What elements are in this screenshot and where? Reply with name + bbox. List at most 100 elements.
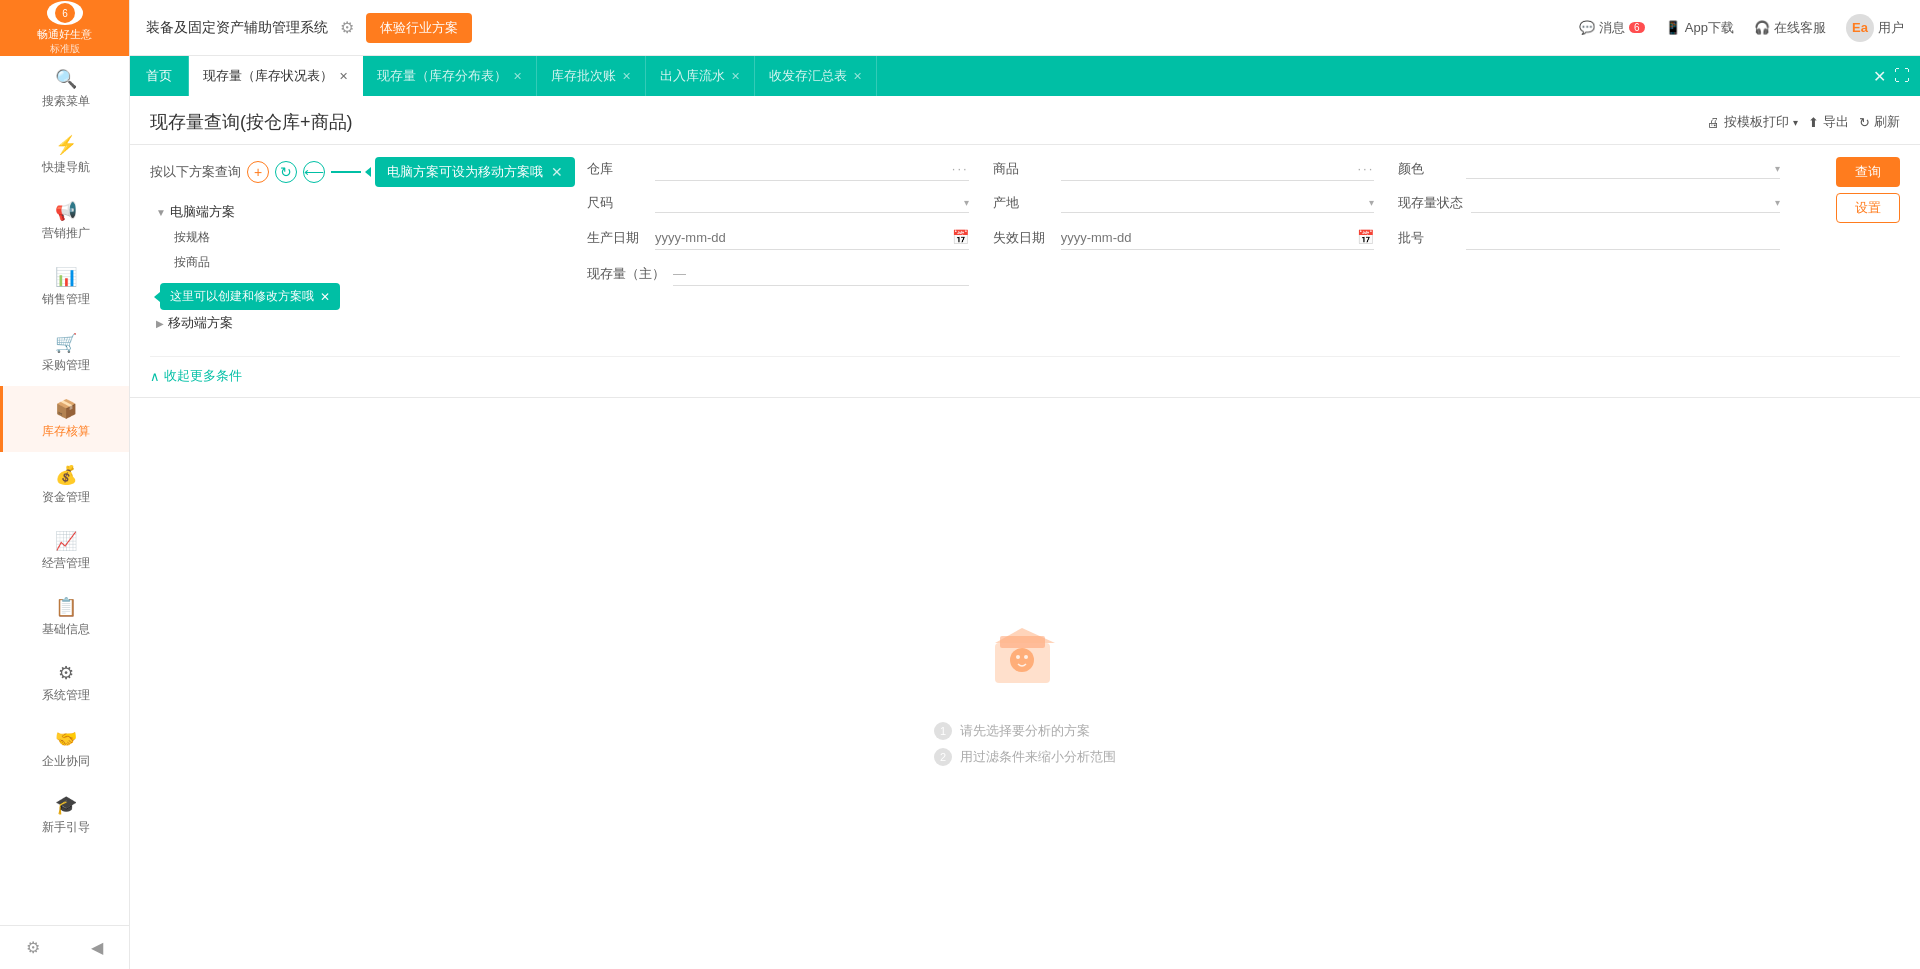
svg-point-7 — [1024, 655, 1028, 659]
print-button[interactable]: 🖨 按模板打印 ▾ — [1707, 113, 1798, 131]
scheme-tooltip[interactable]: 电脑方案可设为移动方案哦 ✕ — [375, 157, 575, 187]
page-header: 现存量查询(按仓库+商品) 🖨 按模板打印 ▾ ⬆ 导出 ↻ 刷新 — [130, 96, 1920, 145]
sidebar-item-quicknav[interactable]: ⚡ 快捷导航 — [0, 122, 129, 188]
back-scheme-button[interactable]: ⟵ — [303, 161, 325, 183]
app-download-button[interactable]: 📱 App下载 — [1665, 19, 1734, 37]
sidebar-item-sales[interactable]: 📊 销售管理 — [0, 254, 129, 320]
sidebar-item-guide[interactable]: 🎓 新手引导 — [0, 782, 129, 848]
scheme-tooltip-text: 电脑方案可设为移动方案哦 — [387, 163, 543, 181]
sidebar-label-baseinfo: 基础信息 — [42, 621, 90, 638]
sidebar-item-search[interactable]: 🔍 搜索菜单 — [0, 56, 129, 122]
refresh-icon: ↻ — [1859, 115, 1870, 130]
system-name: 装备及固定资产辅助管理系统 — [146, 19, 328, 37]
query-button[interactable]: 查询 — [1836, 157, 1900, 187]
stock-status-select[interactable]: ▾ — [1471, 193, 1780, 213]
industry-button[interactable]: 体验行业方案 — [366, 13, 472, 43]
scheme-item-by-goods[interactable]: 按商品 — [150, 250, 575, 275]
sidebar-settings-button[interactable]: ⚙ — [26, 938, 40, 957]
user-avatar-button[interactable]: Ea 用户 — [1846, 14, 1904, 42]
export-icon: ⬆ — [1808, 115, 1819, 130]
scheme-group-desktop-header[interactable]: ▼ 电脑端方案 — [150, 199, 575, 225]
warehouse-input[interactable]: ··· — [655, 157, 969, 181]
stock-main-input[interactable] — [889, 266, 969, 281]
expire-date-start-calendar-icon[interactable]: 📅 — [1357, 229, 1374, 245]
size-label: 尺码 — [587, 194, 647, 212]
step2-num: 2 — [934, 748, 952, 766]
sidebar-item-collab[interactable]: 🤝 企业协同 — [0, 716, 129, 782]
sidebar-item-marketing[interactable]: 📢 营销推广 — [0, 188, 129, 254]
chevron-icon: ▼ — [156, 207, 166, 218]
tab-inventory-distribution[interactable]: 现存量（库存分布表） ✕ — [363, 56, 537, 96]
empty-state: 1 请先选择要分析的方案 2 用过滤条件来缩小分析范围 — [130, 398, 1920, 969]
sidebar-item-purchase[interactable]: 🛒 采购管理 — [0, 320, 129, 386]
search-icon: 🔍 — [55, 68, 77, 90]
scheme-item-by-spec[interactable]: 按规格 — [150, 225, 575, 250]
sidebar-label-sales: 销售管理 — [42, 291, 90, 308]
top-header-right: 💬 消息 6 📱 App下载 🎧 在线客服 Ea 用户 — [1579, 14, 1904, 42]
add-scheme-button[interactable]: + — [247, 161, 269, 183]
message-badge: 6 — [1629, 22, 1645, 33]
filter-goods: 商品 ··· — [993, 157, 1375, 181]
messages-button[interactable]: 💬 消息 6 — [1579, 19, 1645, 37]
filter-label: 按以下方案查询 — [150, 163, 241, 181]
sidebar-item-inventory[interactable]: 📦 库存核算 — [0, 386, 129, 452]
filter-expire-date: 失效日期 📅 — [993, 225, 1375, 250]
tab-summary[interactable]: 收发存汇总表 ✕ — [755, 56, 877, 96]
refresh-button[interactable]: ↻ 刷新 — [1859, 113, 1900, 131]
stock-status-label: 现存量状态 — [1398, 194, 1463, 212]
tab-close-inventory-status[interactable]: ✕ — [339, 70, 348, 83]
tab-fullscreen-icon[interactable]: ⛶ — [1894, 67, 1910, 85]
tab-close-summary[interactable]: ✕ — [853, 70, 862, 83]
size-select[interactable]: ▾ — [655, 193, 969, 213]
tab-home[interactable]: 首页 — [130, 56, 189, 96]
sidebar-item-baseinfo[interactable]: 📋 基础信息 — [0, 584, 129, 650]
scheme-group-mobile-header[interactable]: ▶ 移动端方案 — [150, 310, 575, 336]
filter-produce-date: 生产日期 📅 — [587, 225, 969, 250]
tab-close-inventory-distribution[interactable]: ✕ — [513, 70, 522, 83]
refresh-scheme-button[interactable]: ↻ — [275, 161, 297, 183]
scheme-tree: ▼ 电脑端方案 按规格 按商品 这里可以创建和修改方案哦 ✕ — [150, 195, 575, 344]
inventory-icon: 📦 — [55, 398, 77, 420]
goods-input[interactable]: ··· — [1061, 157, 1375, 181]
sidebar-item-system[interactable]: ⚙ 系统管理 — [0, 650, 129, 716]
batch-input[interactable] — [1466, 226, 1780, 250]
filter-origin: 产地 ▾ — [993, 193, 1375, 213]
collapse-button[interactable]: ∧ 收起更多条件 — [150, 367, 1900, 385]
tab-close-batch-ledger[interactable]: ✕ — [622, 70, 631, 83]
origin-select[interactable]: ▾ — [1061, 193, 1375, 213]
expire-date-start-input[interactable] — [1061, 230, 1354, 245]
tab-bar: 首页 现存量（库存状况表） ✕ 现存量（库存分布表） ✕ 库存批次账 ✕ 出入库… — [130, 56, 1920, 96]
tab-inout-flow[interactable]: 出入库流水 ✕ — [646, 56, 755, 96]
online-service-button[interactable]: 🎧 在线客服 — [1754, 19, 1826, 37]
sidebar: 6 畅通好生意 标准版 🔍 搜索菜单 ⚡ 快捷导航 📢 营销推广 📊 销售管理 … — [0, 0, 130, 969]
produce-date-start-input[interactable] — [655, 230, 948, 245]
collapse-up-icon: ∧ — [150, 369, 160, 384]
color-dropdown-icon: ▾ — [1775, 163, 1780, 174]
sidebar-label-finance: 资金管理 — [42, 489, 90, 506]
tab-bar-end: ✕ ⛶ — [1863, 67, 1920, 86]
tab-batch-ledger[interactable]: 库存批次账 ✕ — [537, 56, 646, 96]
reset-button[interactable]: 设置 — [1836, 193, 1900, 223]
scheme-group-mobile-label: 移动端方案 — [168, 314, 233, 332]
print-arrow-icon: ▾ — [1793, 117, 1798, 128]
export-button[interactable]: ⬆ 导出 — [1808, 113, 1849, 131]
scheme-group-desktop: ▼ 电脑端方案 按规格 按商品 — [150, 199, 575, 275]
guide-icon: 🎓 — [55, 794, 77, 816]
logo-icon: 6 — [47, 1, 83, 25]
sidebar-item-operations[interactable]: 📈 经营管理 — [0, 518, 129, 584]
logo-sub: 标准版 — [50, 42, 80, 56]
header-settings-icon[interactable]: ⚙ — [340, 18, 354, 37]
tab-inventory-status[interactable]: 现存量（库存状况表） ✕ — [189, 56, 363, 96]
sidebar-label-quicknav: 快捷导航 — [42, 159, 90, 176]
color-select[interactable]: ▾ — [1466, 159, 1780, 179]
sidebar-item-finance[interactable]: 💰 资金管理 — [0, 452, 129, 518]
tab-close-all-icon[interactable]: ✕ — [1873, 67, 1886, 86]
page-title: 现存量查询(按仓库+商品) — [150, 110, 353, 134]
sidebar-collapse-button[interactable]: ◀ — [91, 938, 103, 957]
tab-close-inout-flow[interactable]: ✕ — [731, 70, 740, 83]
headset-icon: 🎧 — [1754, 20, 1770, 35]
produce-date-start-calendar-icon[interactable]: 📅 — [952, 229, 969, 245]
create-tooltip-text: 这里可以创建和修改方案哦 — [170, 288, 314, 305]
create-tooltip-close[interactable]: ✕ — [320, 290, 330, 304]
scheme-tooltip-close[interactable]: ✕ — [551, 164, 563, 180]
